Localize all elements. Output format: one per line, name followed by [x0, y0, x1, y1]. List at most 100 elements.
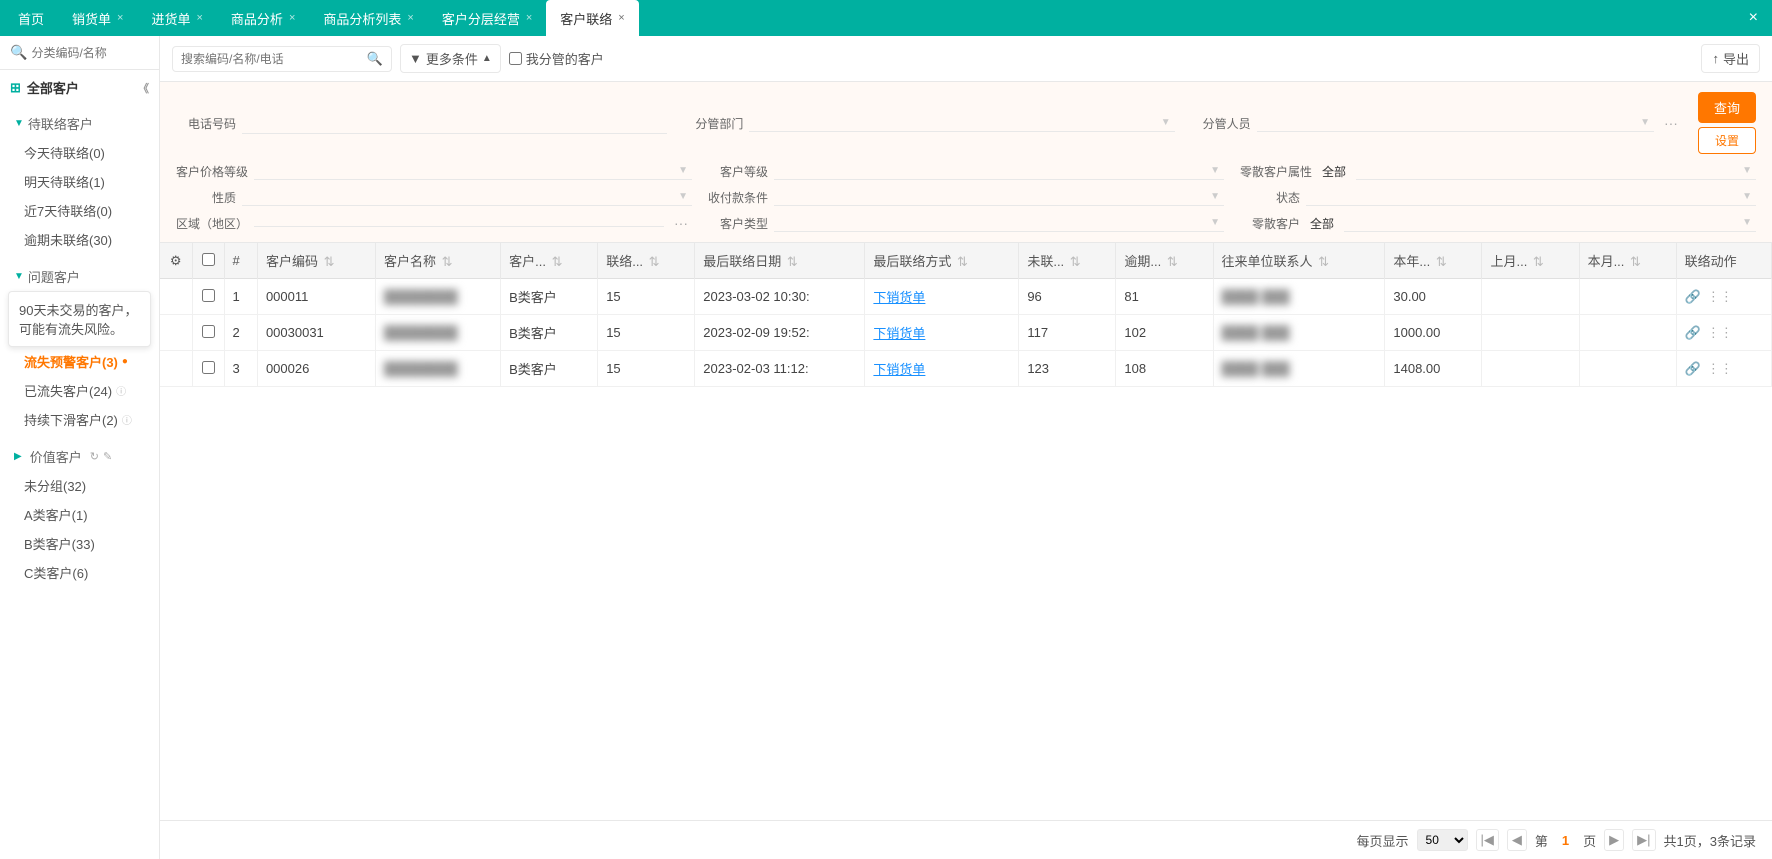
- sidebar-item-unclassified[interactable]: 未分组(32): [0, 471, 159, 500]
- tab-bar-close-btn[interactable]: ×: [1739, 9, 1768, 27]
- sidebar-group-problem-title[interactable]: ▼ 问题客户: [0, 262, 159, 291]
- sort-icon5: ⇅: [787, 254, 798, 269]
- filter-region-select[interactable]: [254, 220, 664, 227]
- filter-status-select[interactable]: ▼: [1306, 188, 1756, 206]
- search-icon-btn[interactable]: 🔍: [367, 51, 383, 67]
- sidebar-item-class-c[interactable]: C类客户(6): [0, 558, 159, 587]
- filter-dept-select[interactable]: ▼: [749, 114, 1174, 132]
- filter-price-level-select[interactable]: ▼: [254, 162, 692, 180]
- close-icon[interactable]: ×: [117, 12, 123, 24]
- my-customer-checkbox[interactable]: [509, 52, 522, 65]
- col-contacts[interactable]: 往来单位联系人 ⇅: [1213, 243, 1385, 279]
- close-icon[interactable]: ×: [289, 12, 295, 24]
- cell-action: 🔗 ⋮⋮: [1676, 351, 1771, 387]
- col-contact[interactable]: 联络... ⇅: [598, 243, 695, 279]
- refresh-icon[interactable]: ↻: [90, 450, 99, 463]
- export-btn[interactable]: ↑ 导出: [1701, 44, 1760, 73]
- cell-this-month: [1579, 315, 1676, 351]
- last-page-btn[interactable]: ▶|: [1632, 829, 1655, 851]
- filter-retail-attr: 零散客户属性 全部 ▼: [1240, 162, 1756, 180]
- filter-retail-attr-select[interactable]: ▼: [1356, 162, 1756, 180]
- table-header-row: ⚙ # 客户编码 ⇅ 客户名称 ⇅ 客户... ⇅ 联络... ⇅ 最后联络日期…: [160, 243, 1772, 279]
- edit-icon[interactable]: ✎: [103, 450, 112, 463]
- cell-this-month: [1579, 351, 1676, 387]
- select-all-checkbox[interactable]: [202, 253, 215, 266]
- col-last-contact-date[interactable]: 最后联络日期 ⇅: [695, 243, 865, 279]
- cell-action: 🔗 ⋮⋮: [1676, 315, 1771, 351]
- col-code[interactable]: 客户编码 ⇅: [257, 243, 375, 279]
- col-name[interactable]: 客户名称 ⇅: [375, 243, 500, 279]
- filter-row-2: 客户价格等级 ▼ 客户等级 ▼ 零散客户属性 全部: [176, 162, 1756, 180]
- close-icon[interactable]: ×: [526, 12, 532, 24]
- col-cust-level[interactable]: 客户... ⇅: [501, 243, 598, 279]
- cell-last-contact-method[interactable]: 下销货单: [865, 279, 1019, 315]
- col-settings[interactable]: ⚙: [160, 243, 192, 279]
- close-icon[interactable]: ×: [618, 12, 624, 24]
- action-link-icon[interactable]: 🔗: [1685, 325, 1701, 341]
- collapse-icon[interactable]: 《: [138, 80, 149, 96]
- first-page-btn[interactable]: |◀: [1476, 829, 1499, 851]
- prev-page-btn[interactable]: ◀: [1507, 829, 1527, 851]
- sidebar-search-input[interactable]: [31, 46, 149, 60]
- tab-customer-layering[interactable]: 客户分层经营 ×: [428, 0, 546, 36]
- row-checkbox[interactable]: [202, 289, 215, 302]
- tab-purchase-order[interactable]: 进货单 ×: [137, 0, 216, 36]
- main-layout: 🔍 ⊞ 全部客户 《 ▼ 待联络客户 今天待联络(0) 明天待联络(1) 近7天…: [0, 36, 1772, 859]
- sidebar-group-pending-title[interactable]: ▼ 待联络客户: [0, 109, 159, 138]
- sidebar-root[interactable]: ⊞ 全部客户 《: [0, 70, 159, 105]
- filter-phone-input[interactable]: [242, 113, 667, 134]
- chevron-down-icon3: ▼: [678, 165, 688, 176]
- settings-btn[interactable]: 设置: [1698, 127, 1756, 154]
- cell-last-contact-method[interactable]: 下销货单: [865, 315, 1019, 351]
- close-icon[interactable]: ×: [407, 12, 413, 24]
- col-this-month[interactable]: 本月... ⇅: [1579, 243, 1676, 279]
- sidebar-item-class-b[interactable]: B类客户(33): [0, 529, 159, 558]
- my-customer-checkbox-area[interactable]: 我分管的客户: [509, 49, 604, 68]
- filter-cust-level-select[interactable]: ▼: [774, 162, 1224, 180]
- sidebar-item-tomorrow-pending[interactable]: 明天待联络(1): [0, 167, 159, 196]
- tab-product-analysis-list[interactable]: 商品分析列表 ×: [309, 0, 427, 36]
- cell-overdue: 81: [1116, 279, 1213, 315]
- action-link-icon[interactable]: 🔗: [1685, 289, 1701, 305]
- col-this-year[interactable]: 本年... ⇅: [1385, 243, 1482, 279]
- filter-payment-select[interactable]: ▼: [774, 188, 1224, 206]
- action-link-icon[interactable]: 🔗: [1685, 361, 1701, 377]
- sidebar-item-7days-pending[interactable]: 近7天待联络(0): [0, 196, 159, 225]
- page-size-select[interactable]: 50 20 100: [1417, 829, 1468, 851]
- sidebar-item-today-pending[interactable]: 今天待联络(0): [0, 138, 159, 167]
- row-checkbox[interactable]: [202, 325, 215, 338]
- cell-checkbox: [192, 279, 224, 315]
- more-conditions-btn[interactable]: ▼ 更多条件 ▲: [400, 44, 501, 73]
- sidebar-item-churned[interactable]: 已流失客户(24) ⓘ: [0, 376, 159, 405]
- search-input[interactable]: [181, 52, 367, 66]
- col-overdue[interactable]: 逾期... ⇅: [1116, 243, 1213, 279]
- filter-retail-select[interactable]: ▼: [1344, 214, 1756, 232]
- region-dots-icon[interactable]: ···: [670, 215, 692, 231]
- sort-icon9: ⇅: [1318, 254, 1329, 269]
- sidebar-item-declining[interactable]: 持续下滑客户(2) ⓘ: [0, 405, 159, 434]
- tab-homepage[interactable]: 首页: [4, 0, 58, 36]
- more-dots-icon[interactable]: ···: [1660, 115, 1682, 131]
- next-page-btn[interactable]: ▶: [1604, 829, 1624, 851]
- filter-nature-select[interactable]: ▼: [242, 188, 692, 206]
- tab-product-analysis[interactable]: 商品分析 ×: [217, 0, 309, 36]
- sidebar-item-churn-warning[interactable]: 流失预警客户(3) ●: [0, 347, 159, 376]
- filter-actions: 查询 设置: [1698, 92, 1756, 154]
- query-btn[interactable]: 查询: [1698, 92, 1756, 123]
- close-icon[interactable]: ×: [196, 12, 202, 24]
- col-last-contact-method[interactable]: 最后联络方式 ⇅: [865, 243, 1019, 279]
- action-more-icon[interactable]: ⋮⋮: [1707, 289, 1733, 305]
- row-checkbox[interactable]: [202, 361, 215, 374]
- sidebar-group-value-title[interactable]: ▶ 价值客户 ↻ ✎: [0, 442, 159, 471]
- col-no-contact[interactable]: 未联... ⇅: [1019, 243, 1116, 279]
- tab-sales-order[interactable]: 销货单 ×: [58, 0, 137, 36]
- col-last-month[interactable]: 上月... ⇅: [1482, 243, 1579, 279]
- filter-manager-select[interactable]: ▼: [1257, 114, 1654, 132]
- filter-cust-type-select[interactable]: ▼: [774, 214, 1224, 232]
- action-more-icon[interactable]: ⋮⋮: [1707, 325, 1733, 341]
- tab-customer-contact[interactable]: 客户联络 ×: [546, 0, 638, 36]
- sidebar-item-class-a[interactable]: A类客户(1): [0, 500, 159, 529]
- sidebar-item-overdue-no-contact[interactable]: 逾期未联络(30): [0, 225, 159, 254]
- action-more-icon[interactable]: ⋮⋮: [1707, 361, 1733, 377]
- cell-last-contact-method[interactable]: 下销货单: [865, 351, 1019, 387]
